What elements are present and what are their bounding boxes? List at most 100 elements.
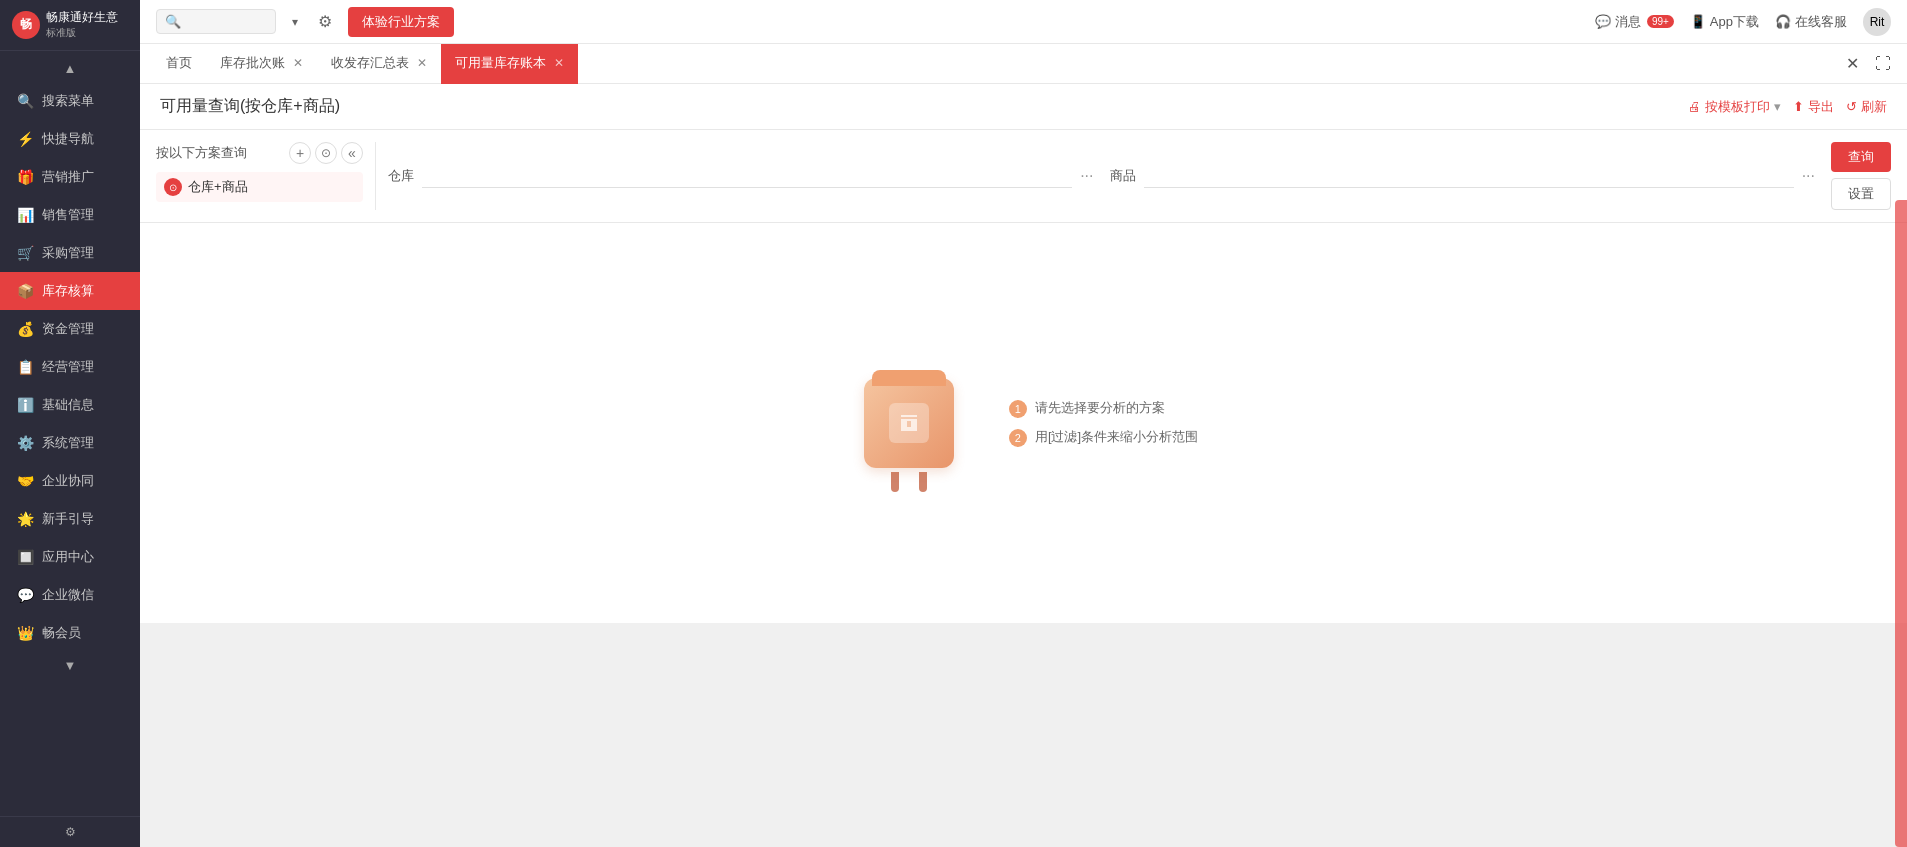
sidebar-scroll-up[interactable]: ▲ [0, 55, 140, 82]
hint-num-2: 2 [1009, 429, 1027, 447]
sidebar-icon-purchase-mgmt: 🛒 [16, 244, 34, 262]
refresh-btn[interactable]: ↺ 刷新 [1846, 98, 1887, 116]
trial-btn[interactable]: 体验行业方案 [348, 7, 454, 37]
scheme-settings-btn[interactable]: ⊙ [315, 142, 337, 164]
warehouse-more-btn[interactable]: ··· [1080, 167, 1093, 185]
sidebar-item-finance[interactable]: 💰 资金管理 [0, 310, 140, 348]
search-input[interactable] [185, 15, 265, 29]
maximize-btn[interactable]: ⛶ [1871, 51, 1895, 77]
page-title: 可用量查询(按仓库+商品) [160, 96, 340, 117]
product-input[interactable] [1144, 164, 1794, 188]
print-btn[interactable]: 🖨 按模板打印 ▾ [1688, 98, 1781, 116]
tabs-container: 首页库存批次账✕收发存汇总表✕可用量库存账本✕ [152, 44, 1842, 84]
sidebar-item-purchase-mgmt[interactable]: 🛒采购管理 [0, 234, 140, 272]
add-scheme-btn[interactable]: + [289, 142, 311, 164]
message-btn[interactable]: 💬 消息 99+ [1595, 13, 1674, 31]
sidebar-label-app-center: 应用中心 [42, 548, 94, 566]
app-download-btn[interactable]: 📱 App下载 [1690, 13, 1759, 31]
sidebar-item-newbie-guide[interactable]: 🌟新手引导 [0, 500, 140, 538]
tab-close-batch-account[interactable]: ✕ [293, 56, 303, 70]
sidebar-label-basic-info: 基础信息 [42, 396, 94, 414]
sidebar-label-finance: 资金管理 [42, 320, 94, 338]
scheme-item-warehouse-product[interactable]: ⊙ 仓库+商品 [156, 172, 363, 202]
tab-home[interactable]: 首页 [152, 44, 206, 84]
export-btn[interactable]: ⬆ 导出 [1793, 98, 1834, 116]
close-tab-btn[interactable]: ✕ [1842, 50, 1863, 77]
sidebar-label-newbie-guide: 新手引导 [42, 510, 94, 528]
hint-text-2: 用[过滤]条件来缩小分析范围 [1035, 428, 1198, 446]
sidebar-logo: 畅 [12, 11, 40, 39]
page-header-actions: 🖨 按模板打印 ▾ ⬆ 导出 ↺ 刷新 [1688, 98, 1887, 116]
sidebar-item-enterprise-collab[interactable]: 🤝企业协同 [0, 462, 140, 500]
tab-close-inventory-summary[interactable]: ✕ [417, 56, 427, 70]
filter-setting-btn[interactable]: 设置 [1831, 178, 1891, 210]
sidebar-item-shortcut[interactable]: ⚡快捷导航 [0, 120, 140, 158]
query-btn[interactable]: 查询 [1831, 142, 1891, 172]
page-header: 可用量查询(按仓库+商品) 🖨 按模板打印 ▾ ⬆ 导出 ↺ 刷新 [140, 84, 1907, 130]
topbar-dropdown[interactable]: ▾ [288, 11, 302, 33]
sidebar-label-search: 搜索菜单 [42, 92, 94, 110]
sidebar-item-marketing-promo[interactable]: 🎁营销推广 [0, 158, 140, 196]
filter-area: 按以下方案查询 + ⊙ « ⊙ 仓库+商品 仓库 [140, 130, 1907, 223]
product-field: 商品 ··· [1110, 164, 1816, 188]
filter-row: 仓库 ··· 商品 ··· 查询 设置 [388, 142, 1891, 210]
filter-fields-panel: 仓库 ··· 商品 ··· 查询 设置 [388, 142, 1891, 210]
scheme-label: 仓库+商品 [188, 178, 248, 196]
right-edge-bar [1895, 200, 1907, 847]
sidebar-header: 畅 畅康通好生意 标准版 [0, 0, 140, 51]
sidebar-label-system-mgmt: 系统管理 [42, 434, 94, 452]
empty-box-icon [864, 378, 954, 468]
empty-leg-left [891, 472, 899, 492]
sidebar-item-basic-info[interactable]: ℹ️ 基础信息 [0, 386, 140, 424]
tab-label-available-ledger: 可用量库存账本 [455, 54, 546, 72]
print-icon: 🖨 [1688, 99, 1701, 114]
sidebar-label-marketing-promo: 营销推广 [42, 168, 94, 186]
sidebar: 畅 畅康通好生意 标准版 ▲ 🔍 搜索菜单 ⚡快捷导航🎁营销推广📊销售管理🛒采购管理… [0, 0, 140, 847]
user-name: Rit [1870, 15, 1885, 29]
sidebar-icon-search: 🔍 [16, 92, 34, 110]
filter-scheme-actions: + ⊙ « [289, 142, 363, 164]
tab-label-home: 首页 [166, 54, 192, 72]
print-dropdown-icon: ▾ [1774, 99, 1781, 114]
topbar-right: 💬 消息 99+ 📱 App下载 🎧 在线客服 Rit [1595, 8, 1891, 36]
sidebar-brand: 畅康通好生意 标准版 [46, 10, 118, 40]
sidebar-item-inventory[interactable]: 📦库存核算 [0, 272, 140, 310]
topbar-gear-icon[interactable]: ⚙ [314, 8, 336, 35]
sidebar-icon-finance: 💰 [16, 320, 34, 338]
sidebar-item-sales-mgmt[interactable]: 📊销售管理 [0, 196, 140, 234]
tab-inventory-summary[interactable]: 收发存汇总表✕ [317, 44, 441, 84]
sidebar-item-operation[interactable]: 📋经营管理 [0, 348, 140, 386]
sidebar-scroll-down[interactable]: ▼ [0, 652, 140, 679]
export-icon: ⬆ [1793, 99, 1804, 114]
tab-batch-account[interactable]: 库存批次账 ✕ [206, 44, 317, 84]
sidebar-label-enterprise-wechat: 企业微信 [42, 586, 94, 604]
sidebar-item-system-mgmt[interactable]: ⚙️ 系统管理 [0, 424, 140, 462]
empty-hint-1: 1 请先选择要分析的方案 [1009, 399, 1198, 418]
online-service-btn[interactable]: 🎧 在线客服 [1775, 13, 1847, 31]
sidebar-item-member[interactable]: 👑畅会员 [0, 614, 140, 652]
sidebar-item-search[interactable]: 🔍 搜索菜单 [0, 82, 140, 120]
sidebar-item-app-center[interactable]: 🔲 应用中心 [0, 538, 140, 576]
tab-available-ledger[interactable]: 可用量库存账本 ✕ [441, 44, 578, 84]
empty-leg-right [919, 472, 927, 492]
sidebar-bottom[interactable]: ⚙ [0, 816, 140, 847]
app-download-label: App下载 [1710, 13, 1759, 31]
filter-action-buttons: 查询 设置 [1831, 142, 1891, 210]
empty-box-inner-icon [889, 403, 929, 443]
warehouse-input[interactable] [422, 164, 1072, 188]
empty-state: 1 请先选择要分析的方案 2 用[过滤]条件来缩小分析范围 [140, 223, 1907, 623]
sidebar-item-enterprise-wechat[interactable]: 💬企业微信 [0, 576, 140, 614]
product-more-btn[interactable]: ··· [1802, 167, 1815, 185]
user-avatar[interactable]: Rit [1863, 8, 1891, 36]
tab-close-available-ledger[interactable]: ✕ [554, 56, 564, 70]
sidebar-icon-sales-mgmt: 📊 [16, 206, 34, 224]
sidebar-icon-enterprise-collab: 🤝 [16, 472, 34, 490]
tab-label-batch-account: 库存批次账 [220, 54, 285, 72]
page-content: 可用量查询(按仓库+商品) 🖨 按模板打印 ▾ ⬆ 导出 ↺ 刷新 [140, 84, 1907, 847]
collapse-btn[interactable]: « [341, 142, 363, 164]
sidebar-icon-app-center: 🔲 [16, 548, 34, 566]
sidebar-icon-system-mgmt: ⚙️ [16, 434, 34, 452]
sidebar-icon-operation: 📋 [16, 358, 34, 376]
sidebar-title: 畅康通好生意 [46, 10, 118, 26]
sidebar-icon-basic-info: ℹ️ [16, 396, 34, 414]
